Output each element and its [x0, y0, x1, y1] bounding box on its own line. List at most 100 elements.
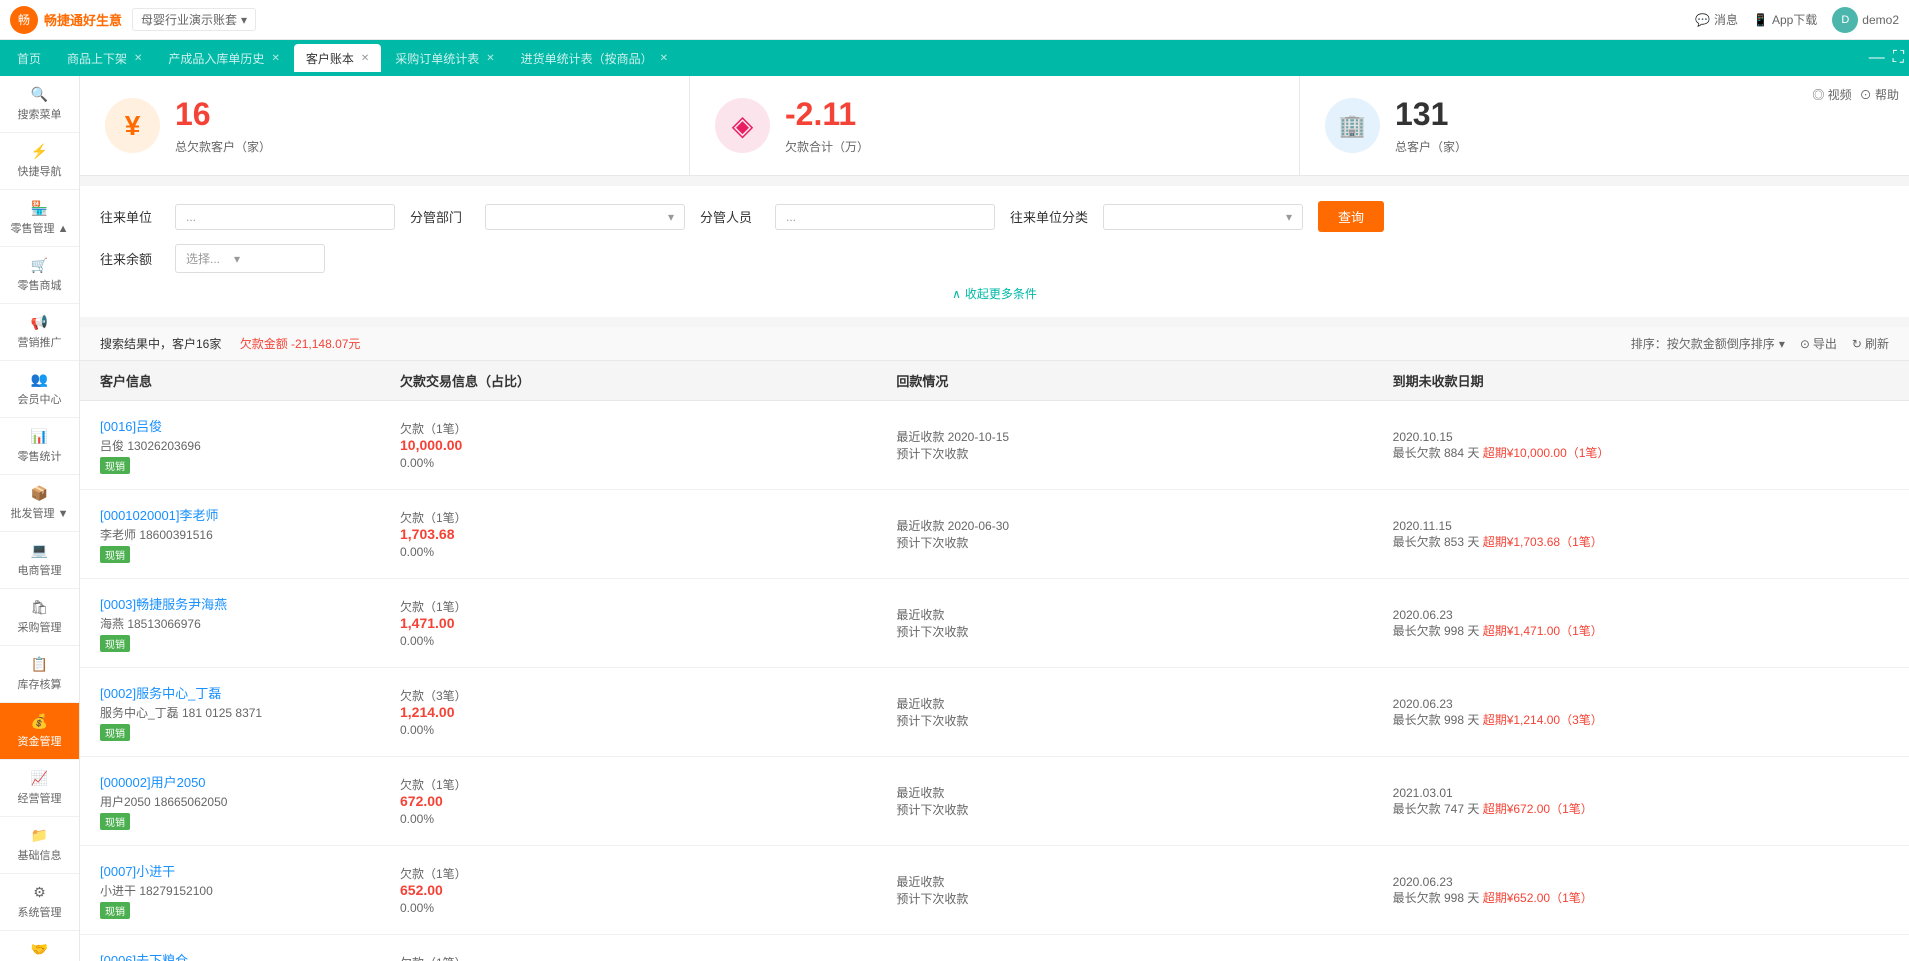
balance-select[interactable]: 选择... ▾	[175, 244, 325, 273]
dept-select[interactable]: ▾	[485, 204, 685, 230]
debt-amount-2[interactable]: 1,471.00	[400, 615, 896, 631]
sidebar-label-wholesale: 批发管理 ▼	[11, 505, 69, 521]
customer-name-0[interactable]: [0016]吕俊	[100, 416, 400, 435]
sidebar-item-retail[interactable]: 🏪 零售管理 ▲	[0, 190, 79, 247]
sidebar-item-quicknav[interactable]: ⚡ 快捷导航	[0, 133, 79, 190]
customer-name-6[interactable]: [0006]去下粮仓	[100, 950, 400, 961]
sidebar-item-search[interactable]: 🔍 搜索菜单	[0, 76, 79, 133]
results-summary: 搜索结果中，客户16家 欠款金额 -21,148.07元	[100, 335, 360, 352]
table-row: [0003]畅捷服务尹海燕 海燕 18513066976 现销 欠款（1笔） 1…	[80, 579, 1909, 668]
message-button[interactable]: 💬 消息	[1695, 11, 1738, 28]
debt-amount-4[interactable]: 672.00	[400, 793, 896, 809]
tab-products[interactable]: 商品上下架 ✕	[55, 44, 154, 72]
debt-amount-1[interactable]: 1,703.68	[400, 526, 896, 542]
sidebar-label-retail-stats: 零售统计	[18, 448, 62, 464]
refresh-button[interactable]: ↻ 刷新	[1852, 335, 1889, 352]
sidebar-item-marketing[interactable]: 📢 营销推广	[0, 304, 79, 361]
store-selector[interactable]: 母婴行业演示账套 ▾	[132, 8, 256, 31]
message-icon: 💬	[1695, 13, 1710, 27]
sidebar-item-basic-info[interactable]: 📁 基础信息	[0, 817, 79, 874]
chevron-down-balance-icon: ▾	[234, 252, 240, 266]
customer-cell-4: [000002]用户2050 用户2050 18665062050 现销	[100, 772, 400, 830]
overdue-link-4[interactable]: 超期¥672.00（1笔）	[1483, 802, 1593, 816]
sidebar-item-retail-stats[interactable]: 📊 零售统计	[0, 418, 79, 475]
sidebar-item-inventory[interactable]: 📋 库存核算	[0, 646, 79, 703]
debt-ratio-3: 0.00%	[400, 723, 896, 737]
search-button[interactable]: 查询	[1318, 201, 1384, 232]
tab-customer-close[interactable]: ✕	[361, 53, 369, 64]
header-debt-info: 欠款交易信息（占比）	[400, 371, 896, 390]
sidebar-item-members[interactable]: 👥 会员中心	[0, 361, 79, 418]
tab-bar: 首页 商品上下架 ✕ 产成品入库单历史 ✕ 客户账本 ✕ 采购订单统计表 ✕ 进…	[0, 40, 1909, 76]
tab-purchase-order-close[interactable]: ✕	[486, 53, 494, 64]
tab-production[interactable]: 产成品入库单历史 ✕	[156, 44, 291, 72]
app-download-button[interactable]: 📱 App下载	[1753, 11, 1817, 28]
results-amount: 欠款金额 -21,148.07元	[240, 337, 361, 351]
customer-name-2[interactable]: [0003]畅捷服务尹海燕	[100, 594, 400, 613]
customer-tag-4: 现销	[100, 813, 130, 830]
tab-customer[interactable]: 客户账本 ✕	[294, 44, 381, 72]
tab-purchase-order[interactable]: 采购订单统计表 ✕	[383, 44, 506, 72]
from-unit-input[interactable]: ...	[175, 204, 395, 230]
overdue-link-1[interactable]: 超期¥1,703.68（1笔）	[1483, 535, 1603, 549]
sidebar-label-inventory: 库存核算	[18, 676, 62, 692]
customer-name-5[interactable]: [0007]小进干	[100, 861, 400, 880]
customer-cell-3: [0002]服务中心_丁磊 服务中心_丁磊 181 0125 8371 现销	[100, 683, 400, 741]
tab-minimize-icon[interactable]: —	[1869, 49, 1885, 67]
customer-name-3[interactable]: [0002]服务中心_丁磊	[100, 683, 400, 702]
overdue-link-2[interactable]: 超期¥1,471.00（1笔）	[1483, 624, 1603, 638]
last-payment-2: 最近收款	[896, 606, 1392, 623]
help-button[interactable]: ⊙ 帮助	[1860, 86, 1899, 103]
user-menu[interactable]: D demo2	[1832, 7, 1899, 33]
table-row: [0016]吕俊 吕俊 13026203696 现销 欠款（1笔） 10,000…	[80, 401, 1909, 490]
main-content: ¥ 16 总欠款客户（家） ◈ -2.11 欠款合计（万） 🏢 131 总客户（…	[80, 76, 1909, 961]
stat-debt-number: 16	[175, 96, 271, 133]
refresh-icon: ↻	[1852, 337, 1862, 351]
sidebar-item-finance[interactable]: 💰 资金管理	[0, 703, 79, 760]
last-payment-3: 最近收款	[896, 695, 1392, 712]
header-payback: 回款情况	[896, 371, 1392, 390]
manager-input[interactable]: ...	[775, 204, 995, 230]
customer-phone-5: 小进干 18279152100	[100, 882, 400, 899]
sidebar-label-members: 会员中心	[18, 391, 62, 407]
avatar: D	[1832, 7, 1858, 33]
stat-debt-total-icon: ◈	[715, 98, 770, 153]
sidebar-item-enterprise[interactable]: 🤝 企业协同	[0, 931, 79, 961]
tab-home[interactable]: 首页	[5, 44, 53, 72]
video-button[interactable]: ◎ 视频	[1812, 86, 1851, 103]
collapse-button[interactable]: ∧ 收起更多条件	[100, 285, 1889, 302]
overdue-days-0: 最长欠款 884 天 超期¥10,000.00（1笔）	[1393, 444, 1889, 461]
overdue-link-3[interactable]: 超期¥1,214.00（3笔）	[1483, 713, 1603, 727]
manager-label: 分管人员	[700, 207, 760, 226]
debt-amount-0[interactable]: 10,000.00	[400, 437, 896, 453]
sidebar-item-ecommerce[interactable]: 💻 电商管理	[0, 532, 79, 589]
tab-production-close[interactable]: ✕	[271, 53, 279, 64]
debt-amount-3[interactable]: 1,214.00	[400, 704, 896, 720]
unit-class-select[interactable]: ▾	[1103, 204, 1303, 230]
debt-count-4: 欠款（1笔）	[400, 776, 896, 793]
tab-production-label: 产成品入库单历史	[168, 50, 264, 67]
tab-maximize-icon[interactable]: ⛶	[1893, 49, 1904, 67]
sidebar-item-system[interactable]: ⚙ 系统管理	[0, 874, 79, 931]
tab-home-label: 首页	[17, 50, 41, 67]
filter-row-1: 往来单位 ... 分管部门 ▾ 分管人员 ... 往来单位分类 ▾	[100, 201, 1889, 232]
sidebar-item-mall[interactable]: 🛒 零售商城	[0, 247, 79, 304]
sidebar-item-operations[interactable]: 📈 经营管理	[0, 760, 79, 817]
export-button[interactable]: ⊙ 导出	[1800, 335, 1837, 352]
payback-cell-5: 最近收款 预计下次收款	[896, 873, 1392, 907]
overdue-link-5[interactable]: 超期¥652.00（1笔）	[1483, 891, 1593, 905]
store-name: 母婴行业演示账套	[141, 11, 237, 28]
sidebar: 🔍 搜索菜单 ⚡ 快捷导航 🏪 零售管理 ▲ 🛒 零售商城 📢 营销推广 👥 会…	[0, 76, 80, 961]
tab-inbound[interactable]: 进货单统计表（按商品） ✕	[509, 44, 680, 72]
customer-name-4[interactable]: [000002]用户2050	[100, 772, 400, 791]
stat-total-icon: 🏢	[1325, 98, 1380, 153]
overdue-link-0[interactable]: 超期¥10,000.00（1笔）	[1483, 446, 1610, 460]
tab-products-close[interactable]: ✕	[134, 53, 142, 64]
customer-name-1[interactable]: [0001020001]李老师	[100, 505, 400, 524]
sidebar-item-purchase[interactable]: 🛍 采购管理	[0, 589, 79, 646]
sidebar-item-wholesale[interactable]: 📦 批发管理 ▼	[0, 475, 79, 532]
sort-select[interactable]: 排序：按欠款金额倒序排序 ▾	[1631, 335, 1785, 352]
tab-inbound-close[interactable]: ✕	[660, 53, 668, 64]
stat-debt-icon: ¥	[105, 98, 160, 153]
debt-amount-5[interactable]: 652.00	[400, 882, 896, 898]
